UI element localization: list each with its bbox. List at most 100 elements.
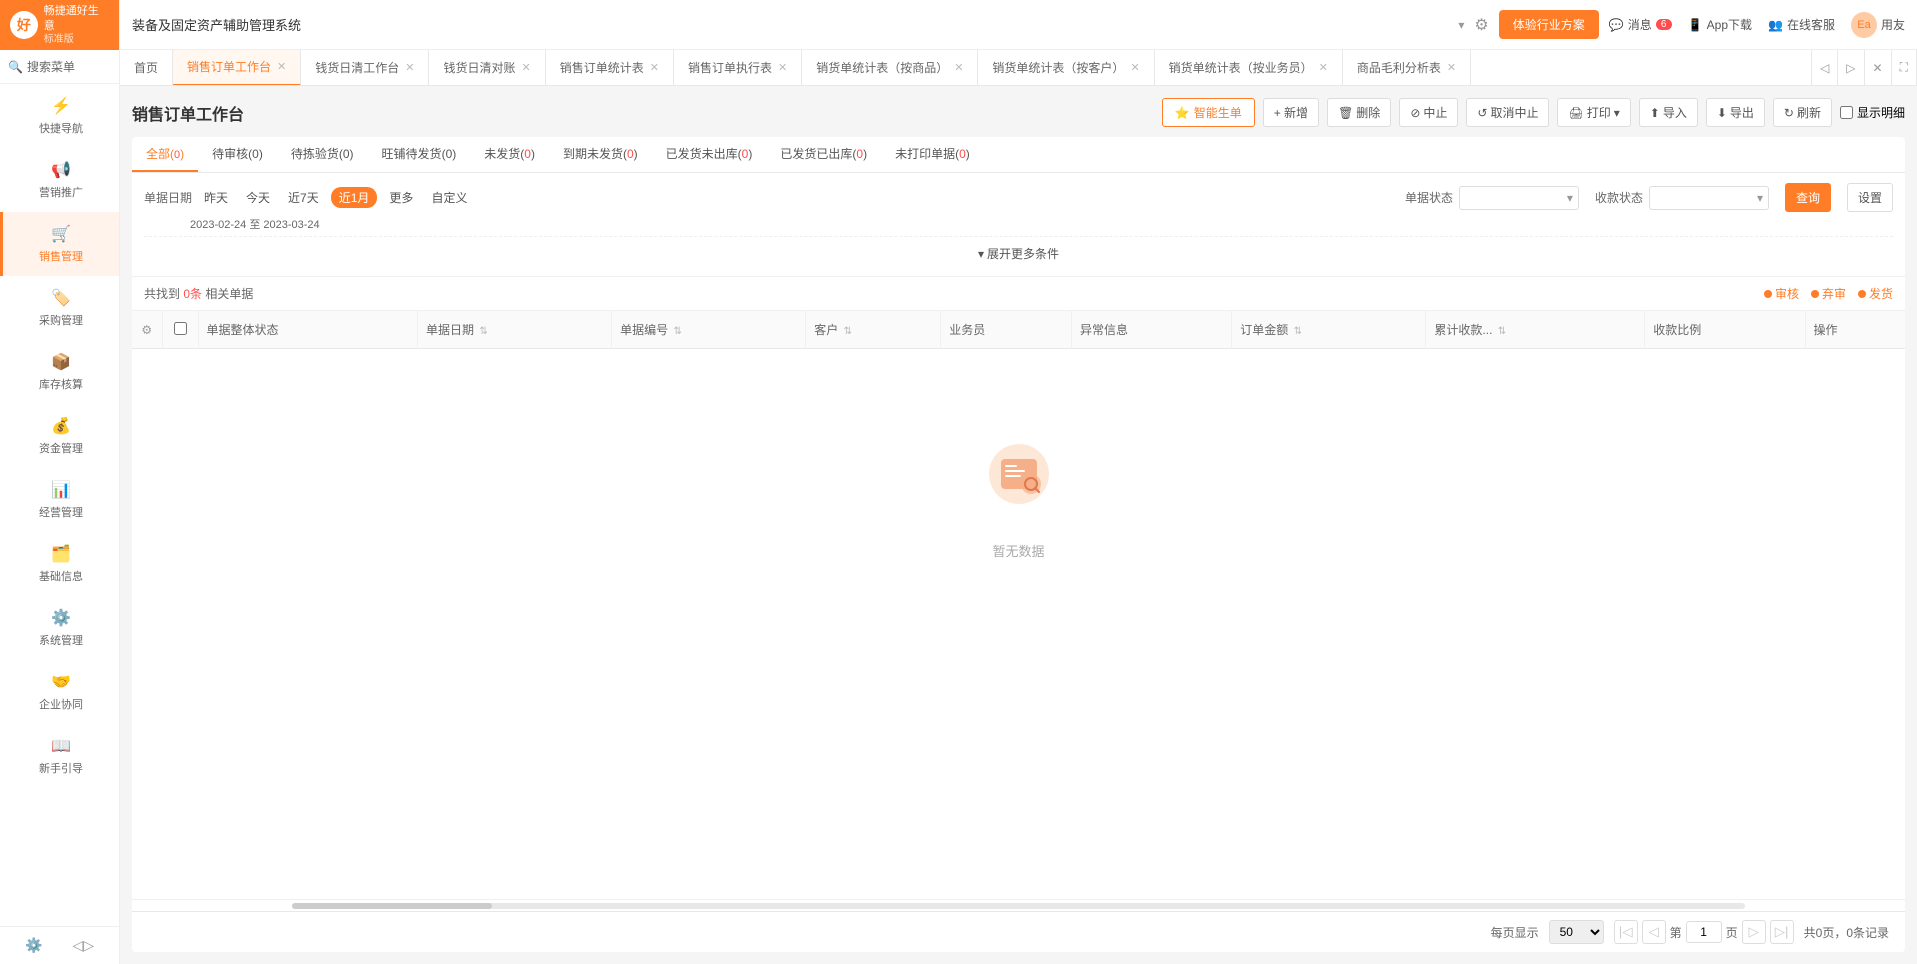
sub-tab-not-shipped[interactable]: 未发货(0) [470,137,549,172]
query-btn[interactable]: 查询 [1785,183,1831,212]
tab-close-cash-reconcile[interactable]: ✕ [522,61,531,74]
tab-fullscreen[interactable]: ⛶ [1892,50,1917,86]
tab-home[interactable]: 首页 [120,50,173,86]
col-collected[interactable]: 累计收款... ⇅ [1426,311,1645,349]
col-staff[interactable]: 业务员 [941,311,1072,349]
tab-close-sales-workbench[interactable]: ✕ [277,60,286,73]
tab-scroll-right[interactable]: ▷ [1838,50,1864,86]
show-detail-checkbox[interactable] [1840,106,1853,119]
col-customer[interactable]: 客户 ⇅ [806,311,941,349]
date-opt-1month[interactable]: 近1月 [331,187,378,208]
date-opt-custom[interactable]: 自定义 [425,187,473,208]
status-select[interactable] [1459,186,1579,210]
refresh-btn[interactable]: ↻ 刷新 [1773,98,1832,127]
export-btn[interactable]: ⬇ 导出 [1706,98,1765,127]
sidebar-collapse-btn[interactable]: ◁▷ [72,937,94,954]
sub-tab-shipped-not-out[interactable]: 已发货未出库(0) [652,137,767,172]
industry-btn[interactable]: 体验行业方案 [1499,10,1599,39]
sidebar-item-guide[interactable]: 📖 新手引导 [0,724,119,788]
show-detail-checkbox-wrap[interactable]: 显示明细 [1840,104,1905,121]
sidebar-search[interactable]: 🔍 搜索菜单 [0,50,119,84]
tab-sales-stats-customer[interactable]: 销货单统计表（按客户） ✕ [978,50,1154,86]
sub-tab-wangpu[interactable]: 旺铺待发货(0) [368,137,471,172]
tab-close-sales-execute[interactable]: ✕ [778,61,787,74]
tab-close-sales-stats-product[interactable]: ✕ [954,61,963,74]
sort-customer-icon: ⇅ [844,326,852,337]
col-exception[interactable]: 异常信息 [1071,311,1231,349]
page-first-btn[interactable]: |◁ [1614,920,1638,944]
sidebar-item-inventory[interactable]: 📦 库存核算 [0,340,119,404]
add-btn[interactable]: + 新增 [1263,98,1319,127]
tab-sales-stats-product[interactable]: 销货单统计表（按商品） ✕ [802,50,978,86]
tab-close-margin-analysis[interactable]: ✕ [1447,61,1456,74]
import-btn[interactable]: ⬆ 导入 [1639,98,1698,127]
sidebar-item-operations[interactable]: 📊 经营管理 [0,468,119,532]
date-opt-7days[interactable]: 近7天 [282,187,325,208]
sidebar-item-base-info[interactable]: 🗂️ 基础信息 [0,532,119,596]
col-number[interactable]: 单据编号 ⇅ [612,311,806,349]
expand-more-btn[interactable]: ▾ 展开更多条件 [970,241,1067,266]
sidebar-item-quick-nav[interactable]: ⚡ 快捷导航 [0,84,119,148]
tab-close-all[interactable]: ✕ [1865,50,1892,86]
page-last-btn[interactable]: ▷| [1770,920,1794,944]
page-input[interactable] [1686,921,1722,943]
sub-tab-expired-not-shipped[interactable]: 到期未发货(0) [549,137,652,172]
payment-select[interactable] [1649,186,1769,210]
date-opt-yesterday[interactable]: 昨天 [198,187,234,208]
sort-number-icon: ⇅ [673,326,681,337]
filter-settings-btn[interactable]: 设置 [1847,183,1893,212]
cancel-suspend-btn[interactable]: ↺ 取消中止 [1466,98,1549,127]
sub-tab-shipped-out[interactable]: 已发货已出库(0) [766,137,881,172]
sub-tab-pending-inspect[interactable]: 待拣验货(0) [277,137,368,172]
phone-icon: 📱 [1688,18,1703,32]
suspend-btn[interactable]: ⊘ 中止 [1399,98,1458,127]
col-amount[interactable]: 订单金额 ⇅ [1232,311,1426,349]
tab-close-sales-stats-staff[interactable]: ✕ [1319,61,1328,74]
cancel-action[interactable]: 弃审 [1811,285,1846,302]
smart-gen-btn[interactable]: ⭐ 智能生单 [1162,98,1255,127]
tab-margin-analysis[interactable]: 商品毛利分析表 ✕ [1343,50,1471,86]
tab-cash-daily[interactable]: 钱货日清工作台 ✕ [301,50,429,86]
tab-close-sales-stats[interactable]: ✕ [650,61,659,74]
page-size-select[interactable]: 50 10 20 100 [1549,920,1604,944]
scrollbar-thumb[interactable] [292,903,492,909]
sidebar-item-sales[interactable]: 🛒 销售管理 [0,212,119,276]
date-opt-today[interactable]: 今天 [240,187,276,208]
tab-sales-stats[interactable]: 销售订单统计表 ✕ [546,50,674,86]
sidebar-item-system[interactable]: ⚙️ 系统管理 [0,596,119,660]
col-date[interactable]: 单据日期 ⇅ [417,311,611,349]
sidebar-item-finance[interactable]: 💰 资金管理 [0,404,119,468]
sub-tab-pending-review[interactable]: 待审核(0) [198,137,277,172]
topbar-settings-icon[interactable]: ⚙ [1474,15,1488,35]
col-settings[interactable]: ⚙ [132,311,162,349]
app-download-btn[interactable]: 📱 App下载 [1688,16,1752,33]
payment-select-wrap [1649,186,1769,210]
sidebar-item-enterprise[interactable]: 🤝 企业协同 [0,660,119,724]
scrollbar-area[interactable] [132,899,1905,911]
tab-sales-stats-staff[interactable]: 销货单统计表（按业务员） ✕ [1155,50,1343,86]
date-opt-more[interactable]: 更多 [383,187,419,208]
sub-tab-not-printed[interactable]: 未打印单据(0) [881,137,984,172]
sidebar-settings-btn[interactable]: ⚙️ [25,937,42,954]
user-menu[interactable]: Ea 用友 [1851,12,1905,38]
message-btn[interactable]: 💬 消息 6 [1609,16,1672,33]
print-btn[interactable]: 🖨 打印 ▾ [1557,98,1630,127]
sidebar-item-marketing[interactable]: 📢 营销推广 [0,148,119,212]
tab-sales-workbench[interactable]: 销售订单工作台 ✕ [173,50,301,86]
page-prev-btn[interactable]: ◁ [1642,920,1666,944]
tab-sales-execute[interactable]: 销售订单执行表 ✕ [674,50,802,86]
ship-action[interactable]: 发货 [1858,285,1893,302]
select-all-checkbox[interactable] [174,322,187,335]
expand-icon[interactable]: ▾ [1458,18,1464,32]
tab-close-sales-stats-customer[interactable]: ✕ [1130,61,1139,74]
sidebar-item-purchase[interactable]: 🏷️ 采购管理 [0,276,119,340]
delete-btn[interactable]: 🗑 删除 [1327,98,1391,127]
tab-scroll-left[interactable]: ◁ [1812,50,1838,86]
tab-close-cash-daily[interactable]: ✕ [405,61,414,74]
review-action[interactable]: 审核 [1764,285,1799,302]
sub-tab-all[interactable]: 全部(0) [132,137,198,172]
col-checkbox[interactable] [162,311,198,349]
online-service-btn[interactable]: 👥 在线客服 [1768,16,1835,33]
tab-cash-reconcile[interactable]: 钱货日清对账 ✕ [429,50,545,86]
page-next-btn[interactable]: ▷ [1742,920,1766,944]
